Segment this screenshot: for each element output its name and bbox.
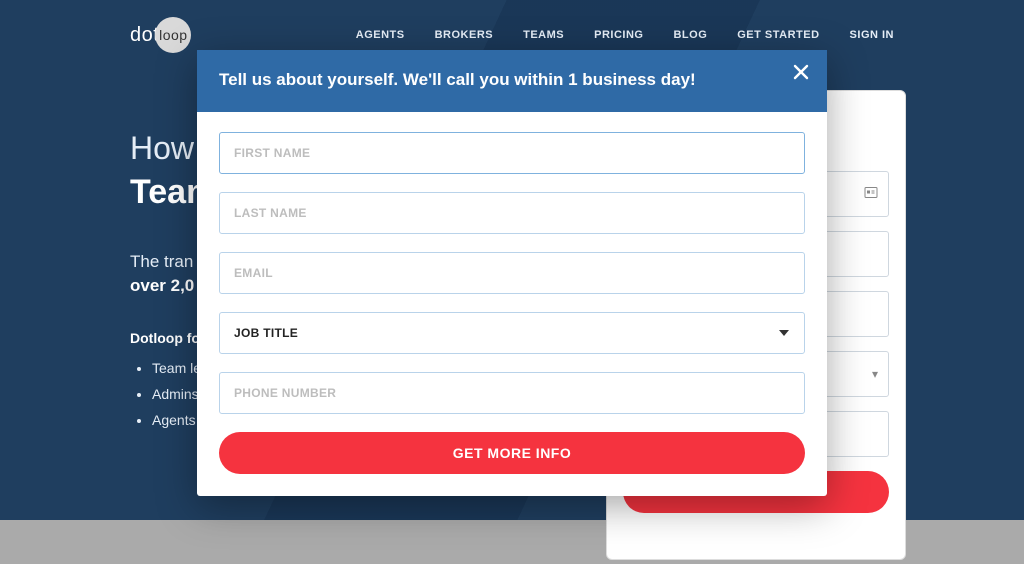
last-name-input[interactable] bbox=[219, 192, 805, 234]
contact-card-icon bbox=[864, 186, 878, 203]
first-name-input[interactable] bbox=[219, 132, 805, 174]
nav-links: AGENTS BROKERS TEAMS PRICING BLOG GET ST… bbox=[356, 29, 894, 41]
hero-lead-prefix: The tran bbox=[130, 252, 193, 271]
contact-card-icon-svg bbox=[864, 186, 878, 200]
nav-agents[interactable]: AGENTS bbox=[356, 29, 405, 41]
nav-get-started[interactable]: GET STARTED bbox=[737, 29, 819, 41]
submit-button[interactable]: GET MORE INFO bbox=[219, 432, 805, 474]
contact-modal: Tell us about yourself. We'll call you w… bbox=[197, 50, 827, 496]
close-button[interactable] bbox=[791, 62, 815, 86]
logo[interactable]: dot loop bbox=[130, 17, 191, 53]
job-title-select-wrap: JOB TITLE bbox=[219, 312, 805, 354]
nav-teams[interactable]: TEAMS bbox=[523, 29, 564, 41]
job-title-select[interactable]: JOB TITLE bbox=[219, 312, 805, 354]
modal-title: Tell us about yourself. We'll call you w… bbox=[219, 70, 696, 89]
modal-body: JOB TITLE GET MORE INFO bbox=[197, 112, 827, 496]
nav-blog[interactable]: BLOG bbox=[673, 29, 707, 41]
close-icon bbox=[791, 62, 811, 82]
logo-loop-circle: loop bbox=[155, 17, 191, 53]
nav-pricing[interactable]: PRICING bbox=[594, 29, 643, 41]
hero-lead-strong: over 2,0 bbox=[130, 276, 194, 295]
phone-input[interactable] bbox=[219, 372, 805, 414]
chevron-down-icon: ▾ bbox=[872, 367, 878, 381]
modal-header: Tell us about yourself. We'll call you w… bbox=[197, 50, 827, 112]
email-input[interactable] bbox=[219, 252, 805, 294]
nav-brokers[interactable]: BROKERS bbox=[435, 29, 494, 41]
nav-sign-in[interactable]: SIGN IN bbox=[850, 29, 894, 41]
